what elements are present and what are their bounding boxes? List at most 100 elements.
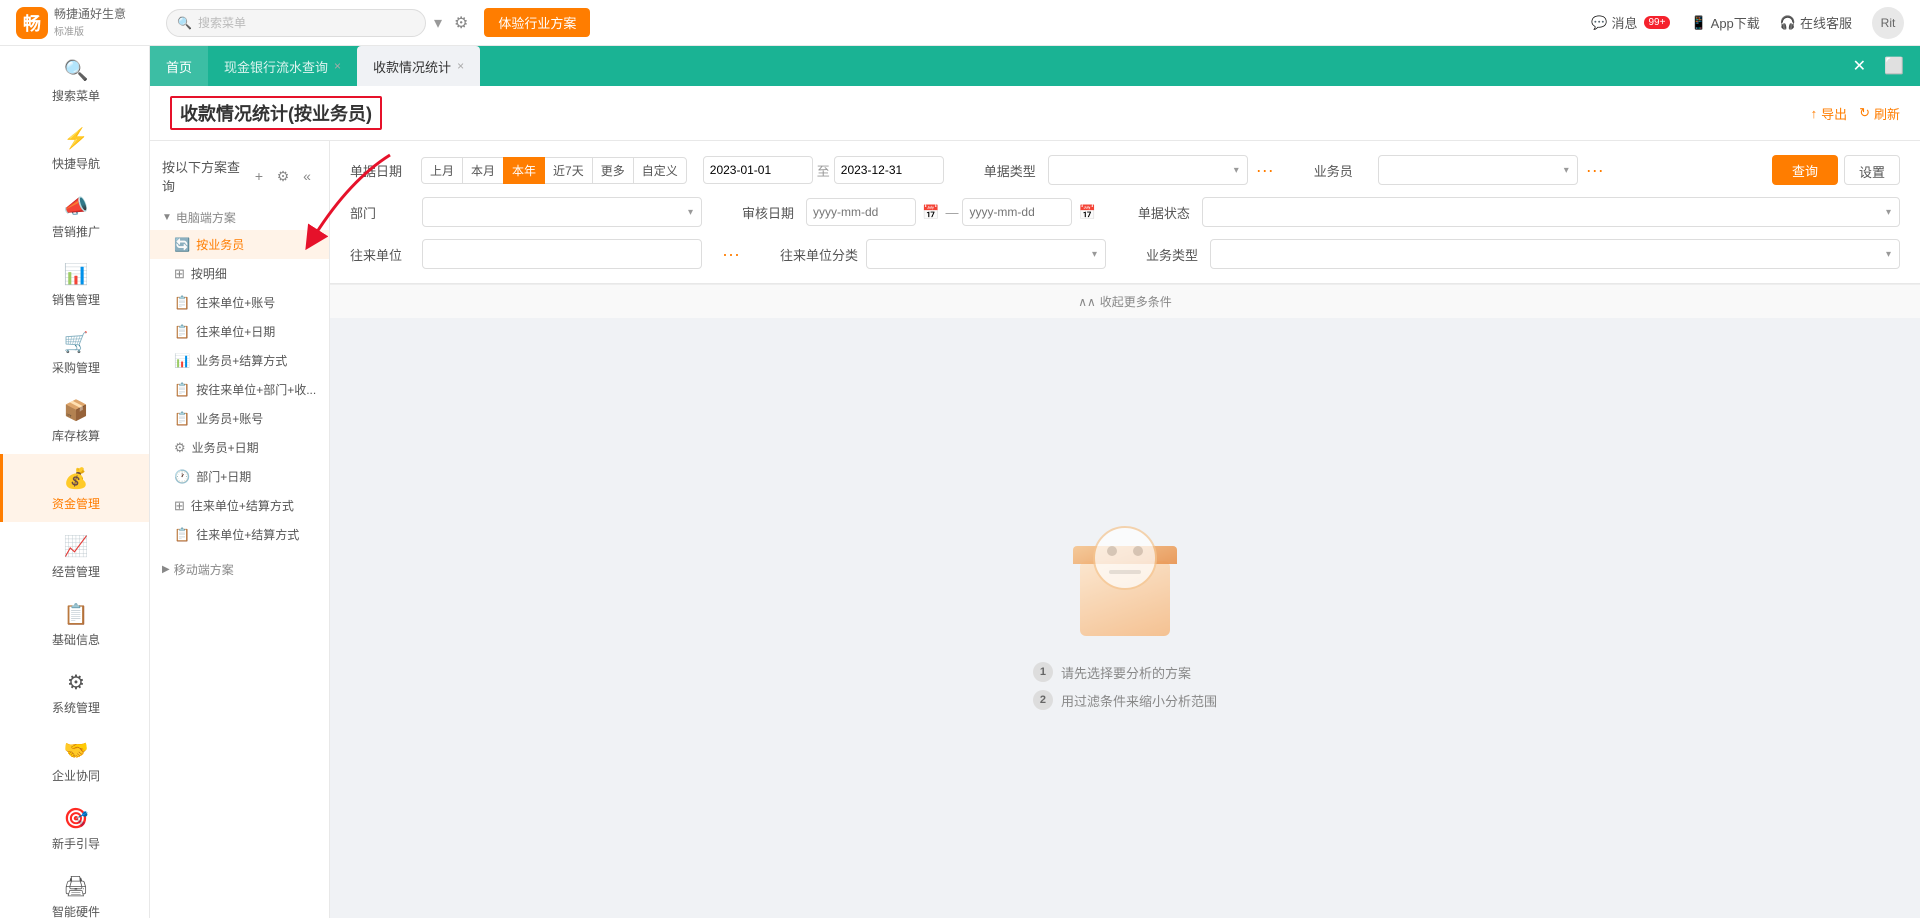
scheme-item-0[interactable]: 🔄 按业务员 [150, 230, 329, 259]
system-icon: ⚙ [67, 670, 85, 695]
tab-cashflow-close[interactable]: × [334, 59, 341, 73]
tab-close-all-btn[interactable]: ✕ [1849, 52, 1870, 80]
staff-more-btn[interactable]: ··· [1586, 160, 1604, 181]
review-date-cal-icon-2[interactable]: 📅 [1078, 204, 1095, 221]
scheme-item-7[interactable]: ⚙ 业务员+日期 [150, 433, 329, 462]
dept-select[interactable]: ▾ [422, 197, 702, 227]
doc-status-select[interactable]: ▾ [1202, 197, 1900, 227]
main-content: 首页 现金银行流水查询 × 收款情况统计 × ✕ ⬜ 收款情况统计(按业务员) … [150, 46, 1920, 918]
sidebar-label-basic: 基础信息 [52, 631, 100, 648]
scheme-icon-0: 🔄 [174, 237, 190, 253]
trial-btn[interactable]: 体验行业方案 [484, 8, 590, 37]
mobile-group-header[interactable]: ▶ 移动端方案 [150, 557, 329, 582]
scheme-icon-7: ⚙ [174, 440, 186, 456]
scheme-collapse-btn[interactable]: « [297, 166, 317, 186]
illus-face [1093, 526, 1157, 590]
sidebar-item-enterprise[interactable]: 🤝 企业协同 [0, 726, 149, 794]
scheme-settings-btn[interactable]: ⚙ [273, 166, 293, 186]
scheme-label-4: 业务员+结算方式 [196, 352, 287, 369]
review-date-cal-icon-1[interactable]: 📅 [922, 204, 939, 221]
desktop-group-header[interactable]: ▼ 电脑端方案 [150, 205, 329, 230]
review-date-from-input[interactable] [806, 198, 916, 226]
settings-btn[interactable]: 设置 [1844, 155, 1900, 185]
refresh-btn[interactable]: ↻ 刷新 [1859, 104, 1900, 123]
tab-cashflow-label: 现金银行流水查询 [224, 57, 328, 76]
scheme-label-6: 业务员+账号 [196, 410, 263, 427]
left-scheme-panel: 按以下方案查询 + ⚙ « ▼ 电脑端方案 🔄 按业务员 [150, 141, 330, 918]
counterparty-select[interactable] [422, 239, 702, 269]
settings-gear-icon[interactable]: ⚙ [454, 13, 468, 33]
sidebar-item-inventory[interactable]: 📦 库存核算 [0, 386, 149, 454]
tab-home-label: 首页 [166, 57, 192, 76]
sidebar-item-guide[interactable]: 🎯 新手引导 [0, 794, 149, 862]
online-service-btn[interactable]: 🎧 在线客服 [1780, 13, 1852, 32]
scheme-item-5[interactable]: 📋 按往来单位+部门+收... [150, 375, 329, 404]
sidebar-item-system[interactable]: ⚙ 系统管理 [0, 658, 149, 726]
sidebar-item-marketing[interactable]: 📣 营销推广 [0, 182, 149, 250]
user-avatar[interactable]: Rit [1872, 7, 1904, 39]
date-tab-custom[interactable]: 自定义 [633, 157, 687, 184]
date-tab-last-month[interactable]: 上月 [421, 157, 463, 184]
date-to-input[interactable] [834, 156, 944, 184]
tab-cashflow[interactable]: 现金银行流水查询 × [208, 46, 357, 86]
sidebar-item-sales[interactable]: 📊 销售管理 [0, 250, 149, 318]
scheme-item-4[interactable]: 📊 业务员+结算方式 [150, 346, 329, 375]
sidebar-label-quick-nav: 快捷导航 [52, 155, 100, 172]
date-tab-this-year[interactable]: 本年 [503, 157, 545, 184]
sidebar-item-quick-nav[interactable]: ⚡ 快捷导航 [0, 114, 149, 182]
date-tab-7days[interactable]: 近7天 [544, 157, 593, 184]
scheme-label-10: 往来单位+结算方式 [196, 526, 299, 543]
review-date-to-input[interactable] [962, 198, 1072, 226]
counterparty-class-select[interactable]: ▾ [866, 239, 1106, 269]
message-btn[interactable]: 💬 消息 99+ [1591, 13, 1670, 32]
doc-type-more-btn[interactable]: ··· [1256, 160, 1274, 181]
doc-type-select[interactable]: ▾ [1048, 155, 1248, 185]
hint-num-2: 2 [1033, 690, 1053, 710]
counterparty-more-btn[interactable]: ··· [722, 244, 740, 265]
tab-collection[interactable]: 收款情况统计 × [357, 46, 480, 86]
collapse-bar[interactable]: ∧∧ 收起更多条件 [330, 284, 1920, 318]
sidebar-item-finance[interactable]: 💰 资金管理 [0, 454, 149, 522]
tab-maximize-btn[interactable]: ⬜ [1880, 52, 1908, 80]
scheme-item-2[interactable]: 📋 往来单位+账号 [150, 288, 329, 317]
scheme-item-8[interactable]: 🕐 部门+日期 [150, 462, 329, 491]
counterparty-class-arrow: ▾ [1092, 249, 1097, 260]
staff-select[interactable]: ▾ [1378, 155, 1578, 185]
date-label: 单据日期 [350, 161, 406, 180]
form-action-btns: 查询 设置 [1772, 155, 1900, 185]
biz-type-select[interactable]: ▾ [1210, 239, 1900, 269]
scheme-item-10[interactable]: 📋 往来单位+结算方式 [150, 520, 329, 549]
scheme-add-btn[interactable]: + [249, 166, 269, 186]
scheme-item-1[interactable]: ⊞ 按明细 [150, 259, 329, 288]
date-tab-this-month[interactable]: 本月 [462, 157, 504, 184]
scheme-item-3[interactable]: 📋 往来单位+日期 [150, 317, 329, 346]
sidebar: 🔍 搜索菜单 ⚡ 快捷导航 📣 营销推广 📊 销售管理 🛒 采购管理 📦 库存核… [0, 46, 150, 918]
sidebar-item-search[interactable]: 🔍 搜索菜单 [0, 46, 149, 114]
doc-type-field: 单据类型 ▾ ··· [984, 155, 1274, 185]
scheme-label-0: 按业务员 [196, 236, 244, 253]
app-download-label: App下载 [1711, 13, 1760, 32]
date-tab-more[interactable]: 更多 [592, 157, 634, 184]
export-btn[interactable]: ↑ 导出 [1811, 104, 1848, 123]
search-dropdown-icon[interactable]: ▾ [434, 13, 442, 33]
scheme-label-9: 往来单位+结算方式 [191, 497, 294, 514]
sidebar-label-guide: 新手引导 [52, 835, 100, 852]
sidebar-item-purchase[interactable]: 🛒 采购管理 [0, 318, 149, 386]
export-label: 导出 [1821, 104, 1847, 123]
header-search-box[interactable]: 🔍 搜索菜单 [166, 9, 426, 37]
tab-home[interactable]: 首页 [150, 46, 208, 86]
biz-type-arrow: ▾ [1886, 249, 1891, 260]
sidebar-item-operation[interactable]: 📈 经营管理 [0, 522, 149, 590]
sidebar-item-basic[interactable]: 📋 基础信息 [0, 590, 149, 658]
right-panel: 单据日期 上月 本月 本年 近7天 更多 自定义 至 [330, 141, 1920, 918]
query-btn[interactable]: 查询 [1772, 155, 1838, 185]
date-from-input[interactable] [703, 156, 813, 184]
sidebar-item-smart-hw[interactable]: 🖨 智能硬件 [0, 862, 149, 918]
app-download-btn[interactable]: 📱 App下载 [1690, 13, 1759, 32]
tab-collection-close[interactable]: × [457, 59, 464, 73]
search-icon: 🔍 [177, 16, 192, 30]
scheme-item-9[interactable]: ⊞ 往来单位+结算方式 [150, 491, 329, 520]
scheme-item-6[interactable]: 📋 业务员+账号 [150, 404, 329, 433]
query-form: 单据日期 上月 本月 本年 近7天 更多 自定义 至 [330, 141, 1920, 284]
scheme-icon-3: 📋 [174, 324, 190, 340]
